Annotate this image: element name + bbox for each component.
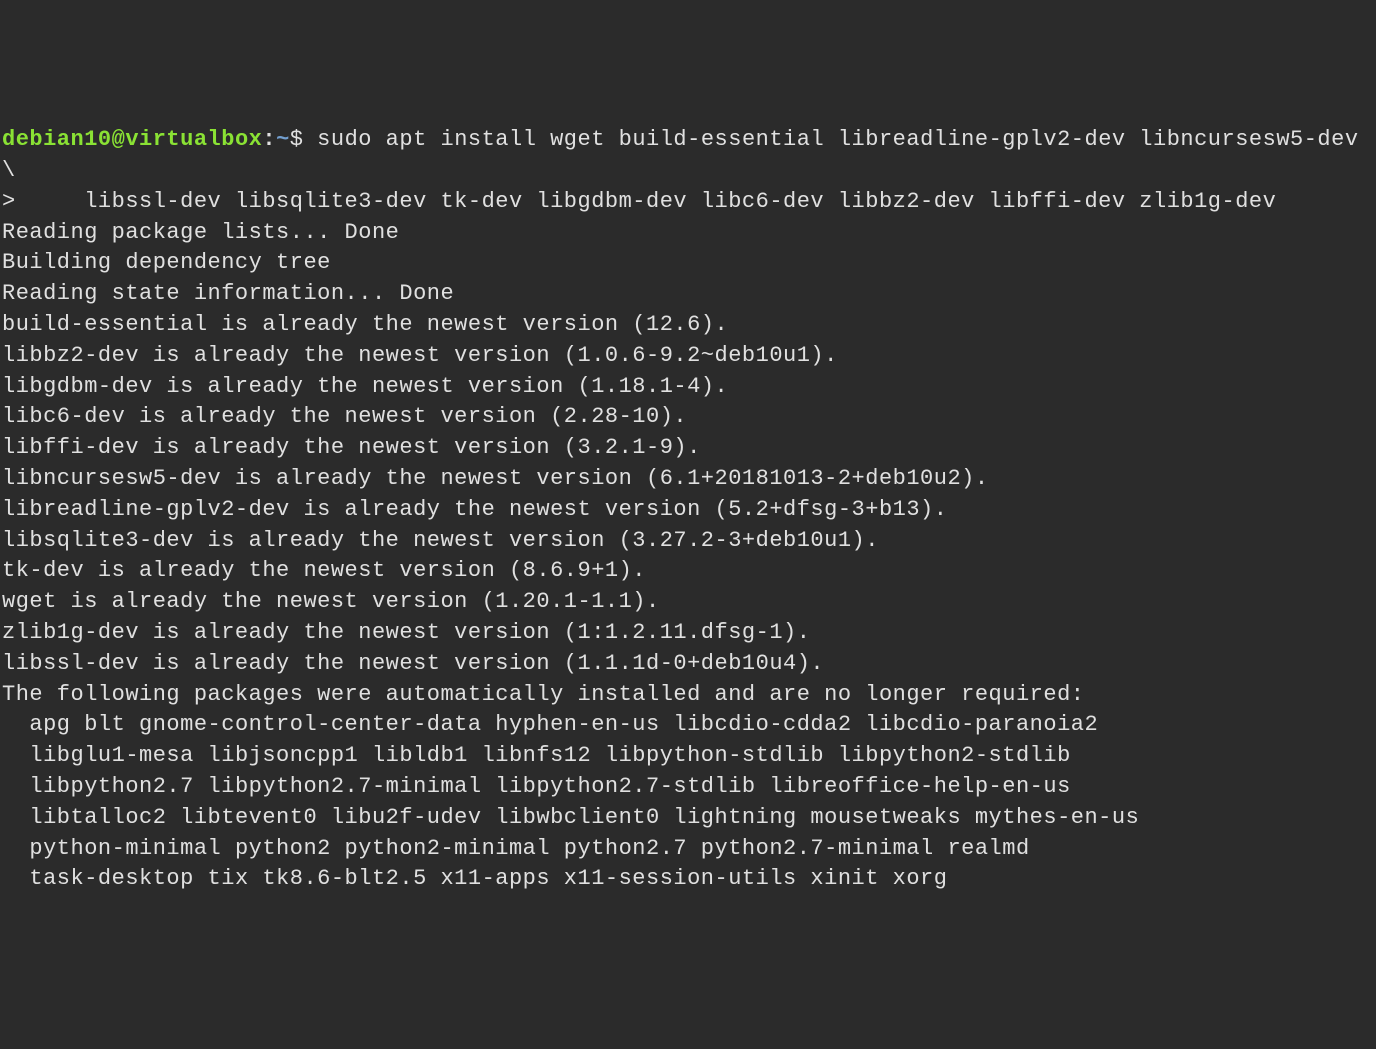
output-line: libglu1-mesa libjsoncpp1 libldb1 libnfs1… [2,743,1071,768]
output-line: apg blt gnome-control-center-data hyphen… [2,712,1098,737]
prompt-colon: : [262,127,276,152]
output-line: build-essential is already the newest ve… [2,312,728,337]
prompt-path: ~ [276,127,290,152]
output-line: The following packages were automaticall… [2,682,1084,707]
output-line: Building dependency tree [2,250,331,275]
output-line: libgdbm-dev is already the newest versio… [2,374,728,399]
output-line: libreadline-gplv2-dev is already the new… [2,497,947,522]
output-line: libssl-dev is already the newest version… [2,651,824,676]
output-line: wget is already the newest version (1.20… [2,589,660,614]
continuation-prompt: > [2,189,84,214]
output-line: Reading package lists... Done [2,220,399,245]
output-line: Reading state information... Done [2,281,454,306]
output-line: task-desktop tix tk8.6-blt2.5 x11-apps x… [2,866,947,891]
prompt-at: @ [112,127,126,152]
terminal-window[interactable]: debian10@virtualbox:~$ sudo apt install … [2,125,1374,895]
output-line: zlib1g-dev is already the newest version… [2,620,810,645]
output-line: libncursesw5-dev is already the newest v… [2,466,989,491]
command-text-line2: libssl-dev libsqlite3-dev tk-dev libgdbm… [84,189,1276,214]
prompt-dollar: $ [290,127,317,152]
output-line: libsqlite3-dev is already the newest ver… [2,528,879,553]
output-line: libbz2-dev is already the newest version… [2,343,838,368]
output-line: libffi-dev is already the newest version… [2,435,701,460]
prompt-user: debian10 [2,127,112,152]
output-line: python-minimal python2 python2-minimal p… [2,836,1030,861]
output-line: libtalloc2 libtevent0 libu2f-udev libwbc… [2,805,1139,830]
prompt-host: virtualbox [125,127,262,152]
output-line: libpython2.7 libpython2.7-minimal libpyt… [2,774,1071,799]
output-line: libc6-dev is already the newest version … [2,404,687,429]
continuation-line: > libssl-dev libsqlite3-dev tk-dev libgd… [2,189,1276,214]
prompt-line: debian10@virtualbox:~$ sudo apt install … [2,127,1372,183]
output-line: tk-dev is already the newest version (8.… [2,558,646,583]
